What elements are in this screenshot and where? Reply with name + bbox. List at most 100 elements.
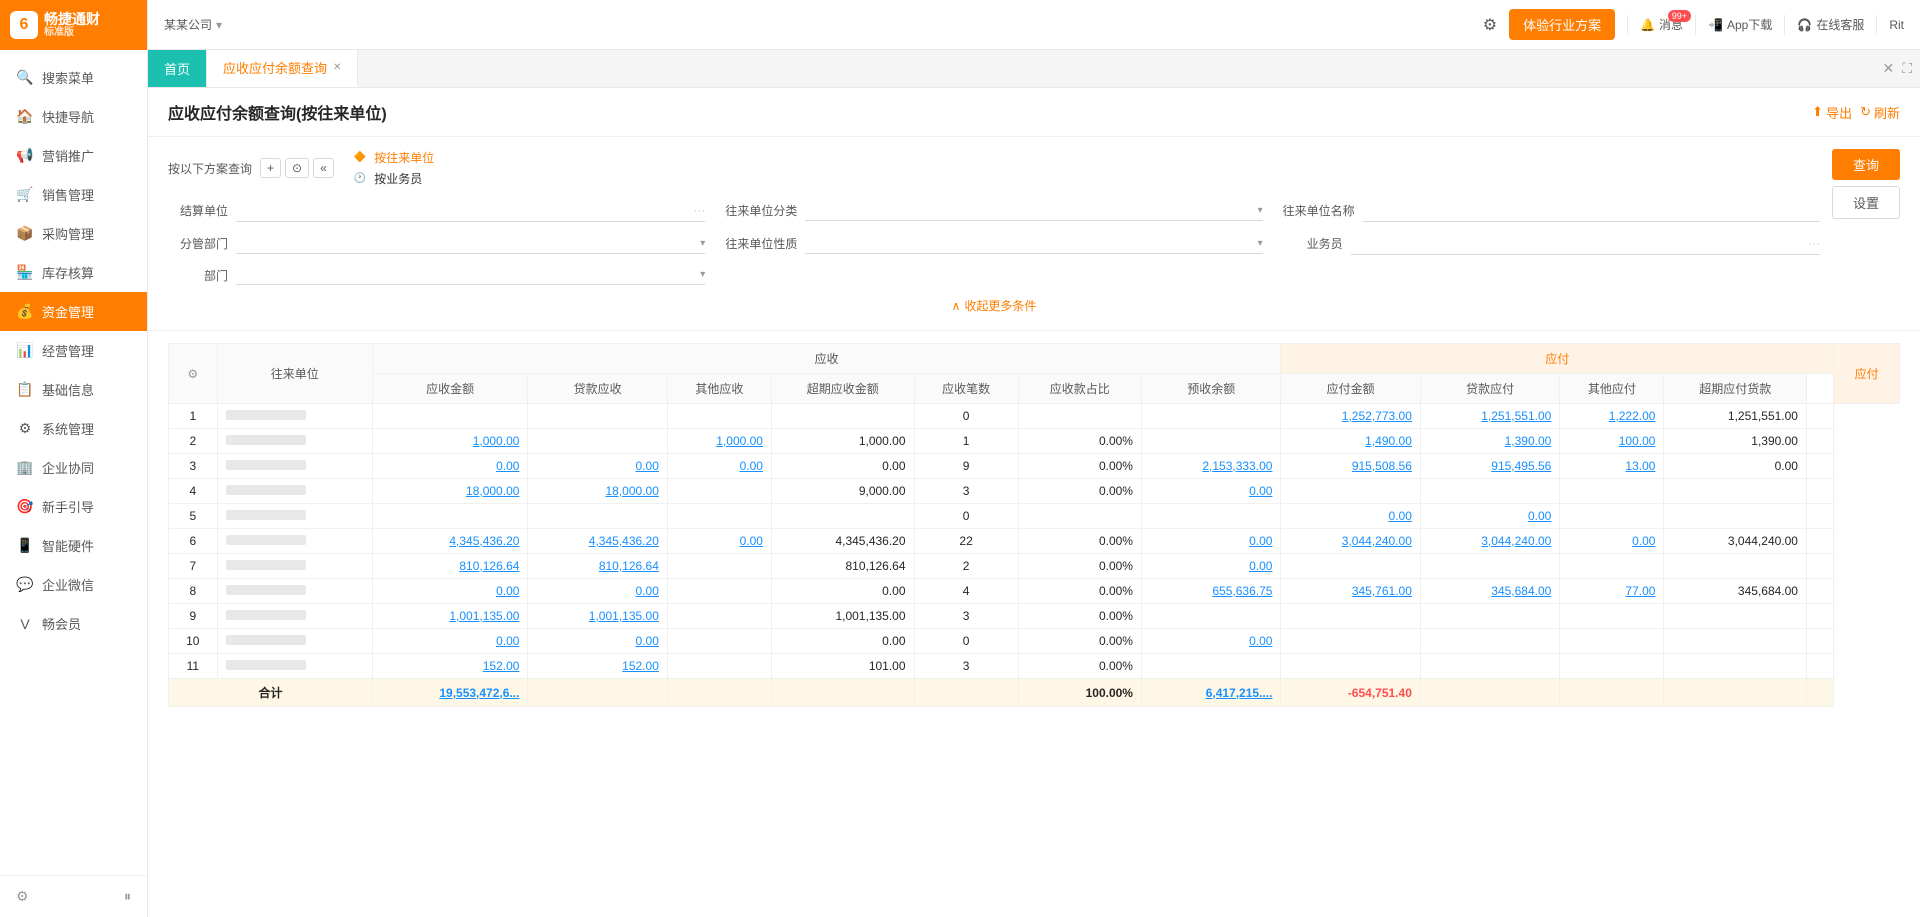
cell-link[interactable]: 1,000.00 [716,434,763,448]
sidebar-item-hardware[interactable]: 📱 智能硬件 [0,526,147,565]
sidebar-item-finance[interactable]: 💰 资金管理 [0,292,147,331]
collapse-btn[interactable]: ∧ 收起更多条件 [168,293,1820,318]
app-download-btn[interactable]: 📲 App下载 [1708,16,1772,33]
cell-link[interactable]: 1,252,773.00 [1342,409,1412,423]
cell-link[interactable]: 915,495.56 [1491,459,1551,473]
cell-link[interactable]: 1,222.00 [1609,409,1656,423]
sidebar-item-operation[interactable]: 📊 经营管理 [0,331,147,370]
filter-option-by-unit[interactable]: 🔶 按往来单位 [354,149,434,166]
total-ar-amount[interactable]: 19,553,472,6... [372,679,527,707]
cell-link[interactable]: 0.00 [496,634,519,648]
th-settings[interactable]: ⚙ [169,344,218,404]
cell-link[interactable]: 345,761.00 [1352,584,1412,598]
sidebar-item-inventory[interactable]: 🏪 库存核算 [0,253,147,292]
cell-link[interactable]: 0.00 [1249,559,1272,573]
partner-name-input[interactable] [1363,199,1820,222]
nature-select[interactable]: ▾ [805,234,1262,254]
cell-link[interactable]: 810,126.64 [459,559,519,573]
total-ar-prepaid[interactable]: 6,417,215.... [1141,679,1280,707]
cell-link[interactable]: 2,153,333.00 [1202,459,1272,473]
cell-link[interactable]: 3,044,240.00 [1342,534,1412,548]
close-tab-icon[interactable]: ✕ [1882,60,1894,77]
cell-link[interactable]: 915,508.56 [1352,459,1412,473]
cell-link[interactable]: 0.00 [1632,534,1655,548]
cell-ar-overdue: 1,000.00 [771,429,914,454]
solution-btn[interactable]: 体验行业方案 [1509,9,1615,40]
sidebar-item-corp[interactable]: 🏢 企业协同 [0,448,147,487]
settings-footer-btn[interactable]: ⚙ [16,888,29,905]
cell-link[interactable]: 3,044,240.00 [1481,534,1551,548]
cell-link[interactable]: 18,000.00 [466,484,519,498]
service-icon: 🎧 [1797,18,1812,32]
sidebar-item-purchase[interactable]: 📦 采购管理 [0,214,147,253]
cell-link[interactable]: 345,684.00 [1491,584,1551,598]
tab-home[interactable]: 首页 [148,50,207,87]
partner-category-select[interactable]: ▾ [805,201,1262,221]
cell-link[interactable]: 1,490.00 [1365,434,1412,448]
cell-link[interactable]: 18,000.00 [605,484,658,498]
settings-topbar-btn[interactable]: ⚙ [1483,15,1497,35]
user-avatar-btn[interactable]: Rit [1889,18,1904,32]
salesperson-ellipsis[interactable]: ··· [1808,236,1820,250]
cell-link[interactable]: 0.00 [1249,634,1272,648]
cell-link[interactable]: 0.00 [1249,534,1272,548]
sidebar-item-member[interactable]: V 畅会员 [0,604,147,643]
cell-link[interactable]: 0.00 [1249,484,1272,498]
cell-link[interactable]: 1,390.00 [1505,434,1552,448]
dept-select[interactable]: ▾ [236,234,705,254]
cell-ar-other [667,554,771,579]
sidebar-item-sales[interactable]: 🛒 销售管理 [0,175,147,214]
cell-link[interactable]: 0.00 [636,634,659,648]
tab-close-btn[interactable]: ✕ [333,62,341,73]
cell-link[interactable]: 0.00 [1389,509,1412,523]
cell-ar-prepaid: 2,153,333.00 [1141,454,1280,479]
collapse-sidebar-btn[interactable]: ⏸ [124,888,131,905]
edit-scheme-btn[interactable]: ⊙ [285,158,309,178]
refresh-btn[interactable]: ↻ 刷新 [1860,103,1900,122]
cell-link[interactable]: 13.00 [1625,459,1655,473]
sidebar-item-wechat[interactable]: 💬 企业微信 [0,565,147,604]
cell-link[interactable]: 100.00 [1619,434,1656,448]
cell-link[interactable]: 1,001,135.00 [589,609,659,623]
cell-ar-count: 22 [914,529,1018,554]
sidebar-item-system[interactable]: ⚙ 系统管理 [0,409,147,448]
cell-link[interactable]: 0.00 [496,584,519,598]
filter-option-by-salesperson[interactable]: 🕐 按业务员 [354,170,434,187]
add-scheme-btn[interactable]: + [260,158,281,178]
expand-tab-icon[interactable]: ⛶ [1902,60,1912,77]
cell-link[interactable]: 1,001,135.00 [449,609,519,623]
cell-link[interactable]: 0.00 [740,459,763,473]
sidebar-item-basic-info[interactable]: 📋 基础信息 [0,370,147,409]
sub-dept-select[interactable]: ▾ [236,265,705,285]
sidebar-item-marketing[interactable]: 📢 营销推广 [0,136,147,175]
setting-btn[interactable]: 设置 [1832,186,1900,219]
tab-ar-ap[interactable]: 应收应付余额查询 ✕ [207,50,358,87]
cell-link[interactable]: 0.00 [1528,509,1551,523]
cell-ap-extra [1806,554,1833,579]
online-service-btn[interactable]: 🎧 在线客服 [1797,16,1864,33]
cell-link[interactable]: 0.00 [740,534,763,548]
cell-link[interactable]: 655,636.75 [1212,584,1272,598]
sidebar-item-guide[interactable]: 🎯 新手引导 [0,487,147,526]
cell-link[interactable]: 77.00 [1625,584,1655,598]
cell-link[interactable]: 4,345,436.20 [589,534,659,548]
cell-link[interactable]: 1,000.00 [473,434,520,448]
cell-link[interactable]: 0.00 [496,459,519,473]
sidebar-item-search-menu[interactable]: 🔍 搜索菜单 [0,58,147,97]
messages-btn[interactable]: 🔔 消息 99+ [1640,16,1683,33]
export-btn[interactable]: ⬆ 导出 [1812,103,1852,122]
filter-form: 按以下方案查询 + ⊙ « 🔶 按往来单位 [168,149,1820,318]
sidebar-item-quick-nav[interactable]: 🏠 快捷导航 [0,97,147,136]
settlement-unit-ellipsis[interactable]: ··· [693,203,705,217]
table-scroll[interactable]: ⚙ 往来单位 应收 应付 应付 应收金额 贷款应收 其他应收 超期应收金额 [168,343,1900,707]
cell-link[interactable]: 152.00 [483,659,520,673]
expand-scheme-btn[interactable]: « [313,158,334,178]
cell-link[interactable]: 152.00 [622,659,659,673]
cell-link[interactable]: 0.00 [636,459,659,473]
query-btn[interactable]: 查询 [1832,149,1900,180]
cell-link[interactable]: 1,251,551.00 [1481,409,1551,423]
cell-link[interactable]: 4,345,436.20 [449,534,519,548]
cell-link[interactable]: 0.00 [636,584,659,598]
cell-ar-ratio: 0.00% [1018,579,1141,604]
cell-link[interactable]: 810,126.64 [599,559,659,573]
